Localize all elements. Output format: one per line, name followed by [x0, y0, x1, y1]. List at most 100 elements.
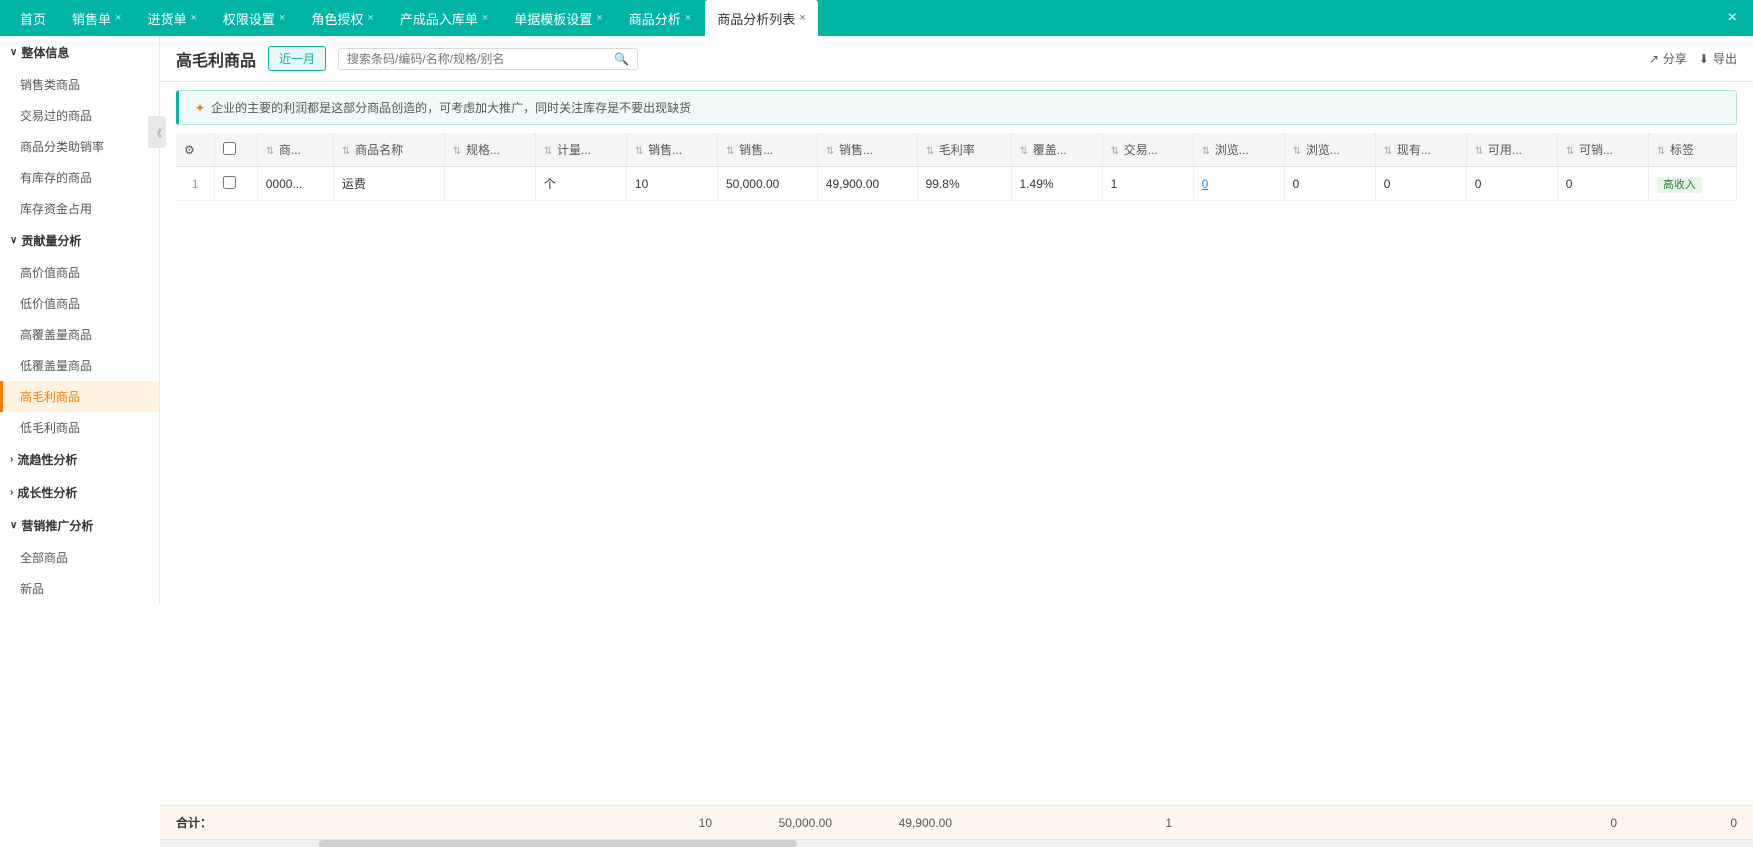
views1-link[interactable]: 0: [1202, 177, 1209, 191]
cell-current_stock: 0: [1375, 167, 1466, 201]
row-checkbox[interactable]: [223, 176, 236, 189]
cell-sales_amount: 50,000.00: [717, 167, 817, 201]
sidebar-item-商品分类助销率[interactable]: 商品分类助销率: [0, 131, 159, 162]
footer-sales-count: 10: [632, 816, 712, 830]
footer-sales-amount: 50,000.00: [752, 816, 832, 830]
cell-sales_count: 10: [626, 167, 717, 201]
nav-item-产成品入库单[interactable]: 产成品入库单 ×: [388, 0, 500, 36]
sidebar-item-低价值商品[interactable]: 低价值商品: [0, 288, 159, 319]
sidebar-item-销售类商品[interactable]: 销售类商品: [0, 69, 159, 100]
sidebar-group-流趋性分析[interactable]: ›流趋性分析: [0, 443, 159, 476]
sidebar-item-低毛利商品[interactable]: 低毛利商品: [0, 412, 159, 443]
col-header-unit[interactable]: ⇅ 计量...: [535, 133, 626, 167]
share-button[interactable]: ↗ 分享: [1649, 50, 1687, 67]
info-banner: ✦ 企业的主要的利润都是这部分商品创造的，可考虑加大推广，同时关注库存是不要出现…: [176, 90, 1737, 125]
nav-close-icon[interactable]: ×: [799, 12, 805, 24]
cell-available_stock: 0: [1466, 167, 1557, 201]
cell-code: 0000...: [257, 167, 333, 201]
sidebar-item-新品[interactable]: 新品: [0, 573, 159, 604]
export-button[interactable]: ⬇ 导出: [1699, 50, 1737, 67]
content-header: 高毛利商品 近一月 🔍 ↗ 分享 ⬇ 导出: [160, 36, 1753, 82]
sidebar-group-营销推广分析[interactable]: ∨营销推广分析: [0, 509, 159, 542]
sidebar-item-交易过的商品[interactable]: 交易过的商品: [0, 100, 159, 131]
arrow-icon: ›: [10, 487, 13, 498]
col-header-coverage[interactable]: ⇅ 覆盖...: [1011, 133, 1102, 167]
arrow-icon: ∨: [10, 235, 17, 246]
col-header-settings[interactable]: ⚙: [176, 133, 215, 167]
nav-item-单据模板设置[interactable]: 单据模板设置 ×: [502, 0, 614, 36]
nav-item-权限设置[interactable]: 权限设置 ×: [211, 0, 297, 36]
sidebar-item-低覆盖量商品[interactable]: 低覆盖量商品: [0, 350, 159, 381]
nav-item-销售单[interactable]: 销售单 ×: [60, 0, 133, 36]
col-header-name[interactable]: ⇅ 商品名称: [333, 133, 444, 167]
nav-close-icon[interactable]: ×: [190, 12, 196, 24]
scroll-bar[interactable]: [160, 839, 1753, 847]
table-container: ⚙⇅ 商...⇅ 商品名称⇅ 规格...⇅ 计量...⇅ 销售...⇅ 销售..…: [160, 133, 1753, 805]
col-header-gross_margin[interactable]: ⇅ 毛利率: [917, 133, 1011, 167]
close-all-button[interactable]: ×: [1720, 9, 1745, 27]
col-header-sellable[interactable]: ⇅ 可销...: [1557, 133, 1648, 167]
col-header-spec[interactable]: ⇅ 规格...: [444, 133, 535, 167]
col-header-code[interactable]: ⇅ 商...: [257, 133, 333, 167]
col-header-tag[interactable]: ⇅ 标签: [1648, 133, 1736, 167]
col-header-trade_count[interactable]: ⇅ 交易...: [1102, 133, 1193, 167]
arrow-icon: ›: [10, 454, 13, 465]
col-header-sales_profit[interactable]: ⇅ 销售...: [817, 133, 917, 167]
nav-close-icon[interactable]: ×: [367, 12, 373, 24]
nav-item-商品分析[interactable]: 商品分析 ×: [617, 0, 703, 36]
nav-item-首页[interactable]: 首页: [8, 0, 58, 36]
arrow-icon: ∨: [10, 47, 17, 58]
sidebar-item-高价值商品[interactable]: 高价值商品: [0, 257, 159, 288]
tag-badge: 高收入: [1657, 177, 1702, 193]
sort-icon: ⇅: [726, 146, 737, 157]
cell-sales_profit: 49,900.00: [817, 167, 917, 201]
sort-icon: ⇅: [1202, 146, 1213, 157]
sidebar-group-成长性分析[interactable]: ›成长性分析: [0, 476, 159, 509]
footer-current-stock: 0: [1537, 816, 1617, 830]
nav-item-进货单[interactable]: 进货单 ×: [135, 0, 208, 36]
sort-icon: ⇅: [266, 146, 277, 157]
cell-trade_count: 1: [1102, 167, 1193, 201]
data-table: ⚙⇅ 商...⇅ 商品名称⇅ 规格...⇅ 计量...⇅ 销售...⇅ 销售..…: [176, 133, 1737, 201]
search-box: 🔍: [338, 48, 638, 70]
nav-close-icon[interactable]: ×: [279, 12, 285, 24]
sidebar-item-库存资金占用[interactable]: 库存资金占用: [0, 193, 159, 224]
filter-recent-month[interactable]: 近一月: [268, 46, 326, 71]
search-input[interactable]: [347, 52, 610, 66]
row-checkbox-cell[interactable]: [215, 167, 258, 201]
sort-icon: ⇅: [1293, 146, 1304, 157]
sidebar-collapse-button[interactable]: 《: [148, 116, 166, 148]
footer-available-stock: 0: [1657, 816, 1737, 830]
col-header-check[interactable]: [215, 133, 258, 167]
sort-icon: ⇅: [1475, 146, 1486, 157]
sidebar-group-整体信息[interactable]: ∨整体信息: [0, 36, 159, 69]
col-header-current_stock[interactable]: ⇅ 现有...: [1375, 133, 1466, 167]
nav-close-icon[interactable]: ×: [482, 12, 488, 24]
sort-icon: ⇅: [826, 146, 837, 157]
sidebar-item-有库存的商品[interactable]: 有库存的商品: [0, 162, 159, 193]
nav-item-角色授权[interactable]: 角色授权 ×: [299, 0, 385, 36]
sidebar-item-高毛利商品[interactable]: 高毛利商品: [0, 381, 159, 412]
sidebar-item-高覆盖量商品[interactable]: 高覆盖量商品: [0, 319, 159, 350]
nav-item-商品分析列表[interactable]: 商品分析列表 ×: [705, 0, 817, 36]
nav-close-icon[interactable]: ×: [596, 12, 602, 24]
page-title: 高毛利商品: [176, 47, 256, 71]
search-icon[interactable]: 🔍: [614, 52, 629, 66]
cell-gross_margin: 99.8%: [917, 167, 1011, 201]
select-all-checkbox[interactable]: [223, 142, 236, 155]
col-header-views1[interactable]: ⇅ 浏览...: [1193, 133, 1284, 167]
nav-close-icon[interactable]: ×: [685, 12, 691, 24]
sort-icon: ⇅: [342, 146, 353, 157]
export-icon: ⬇: [1699, 52, 1709, 66]
share-label: 分享: [1663, 50, 1687, 67]
footer-summary: 合计： 10 50,000.00 49,900.00 1 0 0: [160, 805, 1753, 839]
nav-close-icon[interactable]: ×: [115, 12, 121, 24]
col-header-views2[interactable]: ⇅ 浏览...: [1284, 133, 1375, 167]
col-header-sales_count[interactable]: ⇅ 销售...: [626, 133, 717, 167]
sidebar-group-贡献量分析[interactable]: ∨贡献量分析: [0, 224, 159, 257]
scroll-bar-inner: [319, 840, 797, 847]
export-label: 导出: [1713, 50, 1737, 67]
col-header-available_stock[interactable]: ⇅ 可用...: [1466, 133, 1557, 167]
col-header-sales_amount[interactable]: ⇅ 销售...: [717, 133, 817, 167]
sidebar-item-全部商品[interactable]: 全部商品: [0, 542, 159, 573]
